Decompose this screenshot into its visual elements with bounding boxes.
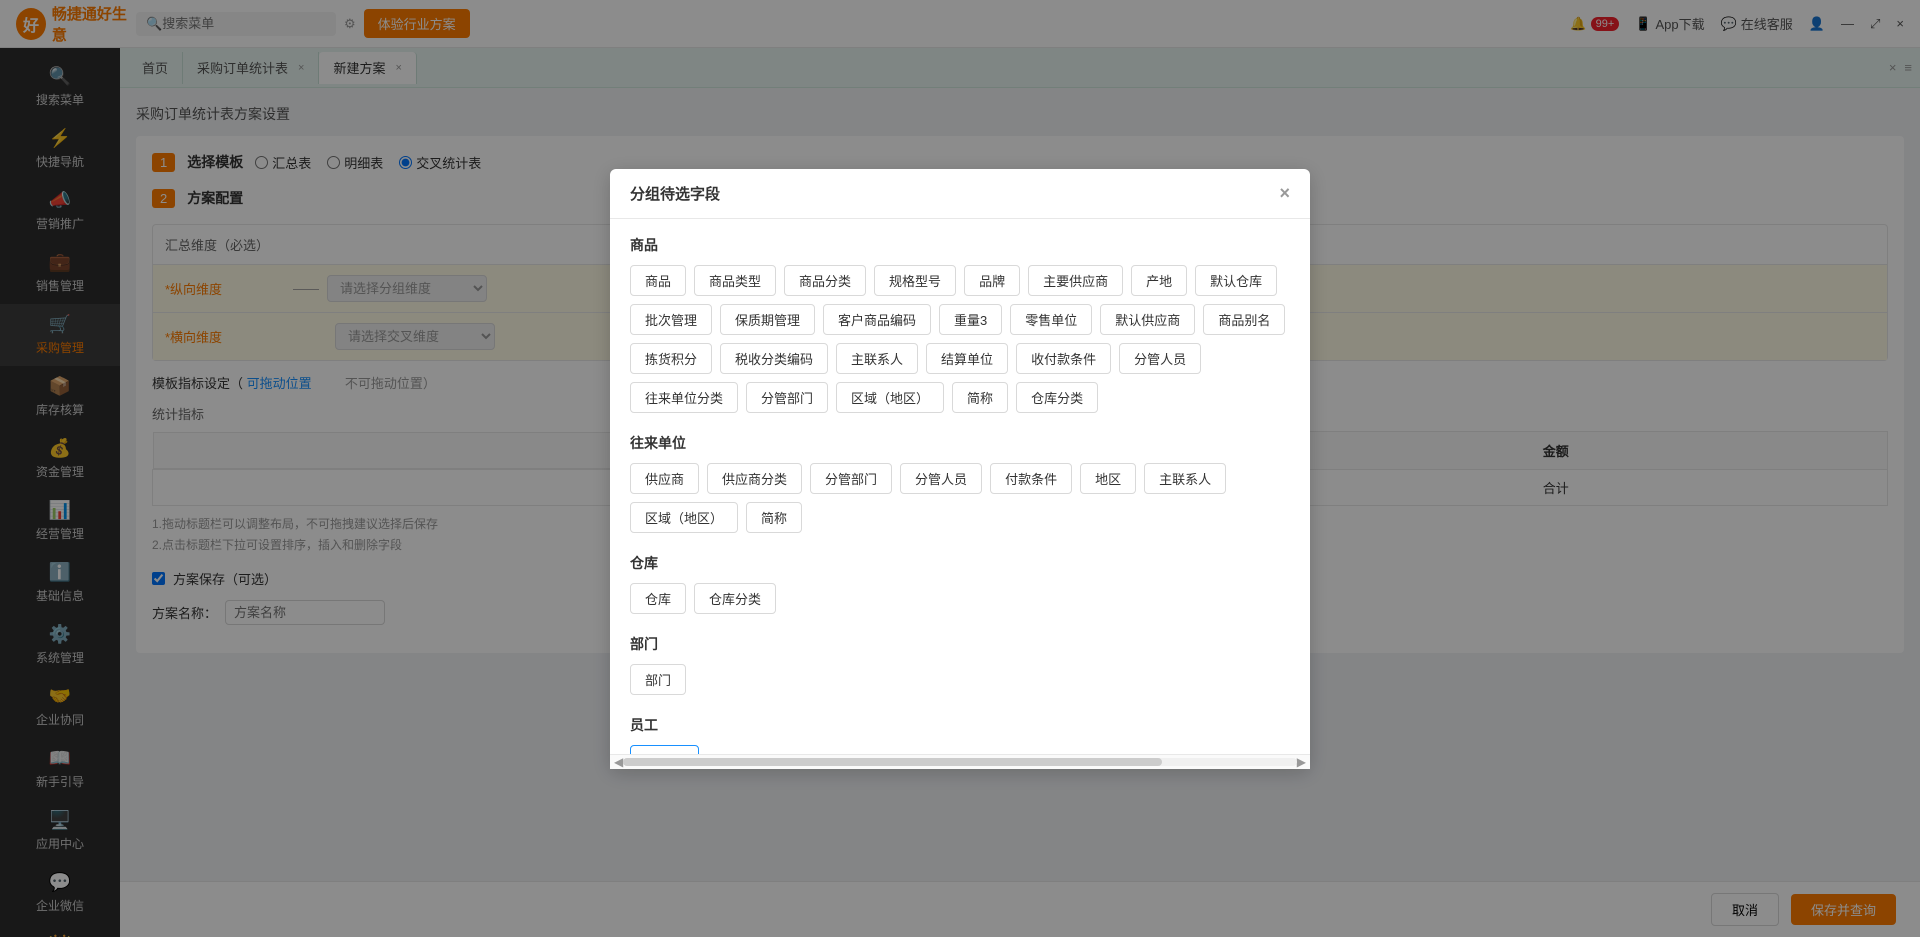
modal-title: 分组待选字段 [630,183,720,204]
field-section-title-1: 往来单位 [630,433,1290,453]
modal-overlay[interactable]: 分组待选字段 × 商品商品商品类型商品分类规格型号品牌主要供应商产地默认仓库批次… [0,0,1920,937]
field-section-1: 往来单位供应商供应商分类分管部门分管人员付款条件地区主联系人区域（地区） 简称 [630,433,1290,533]
horizontal-scrollbar[interactable] [623,758,1297,766]
field-tag-0-25[interactable]: 仓库分类 [1016,382,1098,413]
field-tag-0-0[interactable]: 商品 [630,265,686,296]
field-tag-1-8[interactable]: 简称 [746,502,802,533]
modal-body[interactable]: 商品商品商品类型商品分类规格型号品牌主要供应商产地默认仓库批次管理保质期管理客户… [610,219,1310,754]
field-tag-0-5[interactable]: 主要供应商 [1028,265,1123,296]
field-tag-0-7[interactable]: 默认仓库 [1195,265,1277,296]
field-tag-0-6[interactable]: 产地 [1131,265,1187,296]
field-tag-0-19[interactable]: 收付款条件 [1016,343,1111,374]
horizontal-scrollbar-thumb[interactable] [623,758,1162,766]
field-tag-0-4[interactable]: 品牌 [964,265,1020,296]
field-tag-1-0[interactable]: 供应商 [630,463,699,494]
field-tag-0-21[interactable]: 往来单位分类 [630,382,738,413]
field-tag-1-2[interactable]: 分管部门 [810,463,892,494]
field-tag-0-2[interactable]: 商品分类 [784,265,866,296]
field-tag-0-20[interactable]: 分管人员 [1119,343,1201,374]
field-section-4: 员工业务员 [630,715,1290,754]
field-tag-0-13[interactable]: 默认供应商 [1100,304,1195,335]
field-tag-1-1[interactable]: 供应商分类 [707,463,802,494]
field-grid-2: 仓库仓库分类 [630,583,1290,614]
scroll-left-icon[interactable]: ◀ [614,755,623,769]
field-tag-0-22[interactable]: 分管部门 [746,382,828,413]
modal-dialog: 分组待选字段 × 商品商品商品类型商品分类规格型号品牌主要供应商产地默认仓库批次… [610,169,1310,769]
field-tag-0-15[interactable]: 拣货积分 [630,343,712,374]
modal-header: 分组待选字段 × [610,169,1310,219]
field-grid-4: 业务员 [630,745,1290,754]
field-tag-0-9[interactable]: 保质期管理 [720,304,815,335]
field-tag-1-6[interactable]: 主联系人 [1144,463,1226,494]
field-tag-1-7[interactable]: 区域（地区） [630,502,738,533]
field-tag-0-1[interactable]: 商品类型 [694,265,776,296]
field-tag-0-24[interactable]: 简称 [952,382,1008,413]
field-grid-1: 供应商供应商分类分管部门分管人员付款条件地区主联系人区域（地区） 简称 [630,463,1290,533]
modal-close-button[interactable]: × [1279,184,1290,202]
field-tag-3-0[interactable]: 部门 [630,664,686,695]
field-tag-4-0[interactable]: 业务员 [630,745,699,754]
field-section-title-3: 部门 [630,634,1290,654]
field-tag-0-3[interactable]: 规格型号 [874,265,956,296]
field-section-2: 仓库仓库仓库分类 [630,553,1290,614]
field-tag-0-10[interactable]: 客户商品编码 [823,304,931,335]
field-section-title-0: 商品 [630,235,1290,255]
field-grid-0: 商品商品类型商品分类规格型号品牌主要供应商产地默认仓库批次管理保质期管理客户商品… [630,265,1290,413]
field-section-title-2: 仓库 [630,553,1290,573]
field-section-3: 部门部门 [630,634,1290,695]
field-tag-0-14[interactable]: 商品别名 [1203,304,1285,335]
field-tag-0-11[interactable]: 重量3 [939,304,1002,335]
field-tag-2-0[interactable]: 仓库 [630,583,686,614]
field-tag-0-16[interactable]: 税收分类编码 [720,343,828,374]
field-tag-0-12[interactable]: 零售单位 [1010,304,1092,335]
field-tag-0-17[interactable]: 主联系人 [836,343,918,374]
modal-footer-scroll: ◀ ▶ [610,754,1310,769]
field-tag-0-8[interactable]: 批次管理 [630,304,712,335]
field-tag-1-5[interactable]: 地区 [1080,463,1136,494]
field-tag-0-18[interactable]: 结算单位 [926,343,1008,374]
field-tag-2-1[interactable]: 仓库分类 [694,583,776,614]
field-section-title-4: 员工 [630,715,1290,735]
field-tag-0-23[interactable]: 区域（地区） [836,382,944,413]
field-tag-1-4[interactable]: 付款条件 [990,463,1072,494]
scroll-right-icon[interactable]: ▶ [1297,755,1306,769]
field-tag-1-3[interactable]: 分管人员 [900,463,982,494]
field-section-0: 商品商品商品类型商品分类规格型号品牌主要供应商产地默认仓库批次管理保质期管理客户… [630,235,1290,413]
field-grid-3: 部门 [630,664,1290,695]
